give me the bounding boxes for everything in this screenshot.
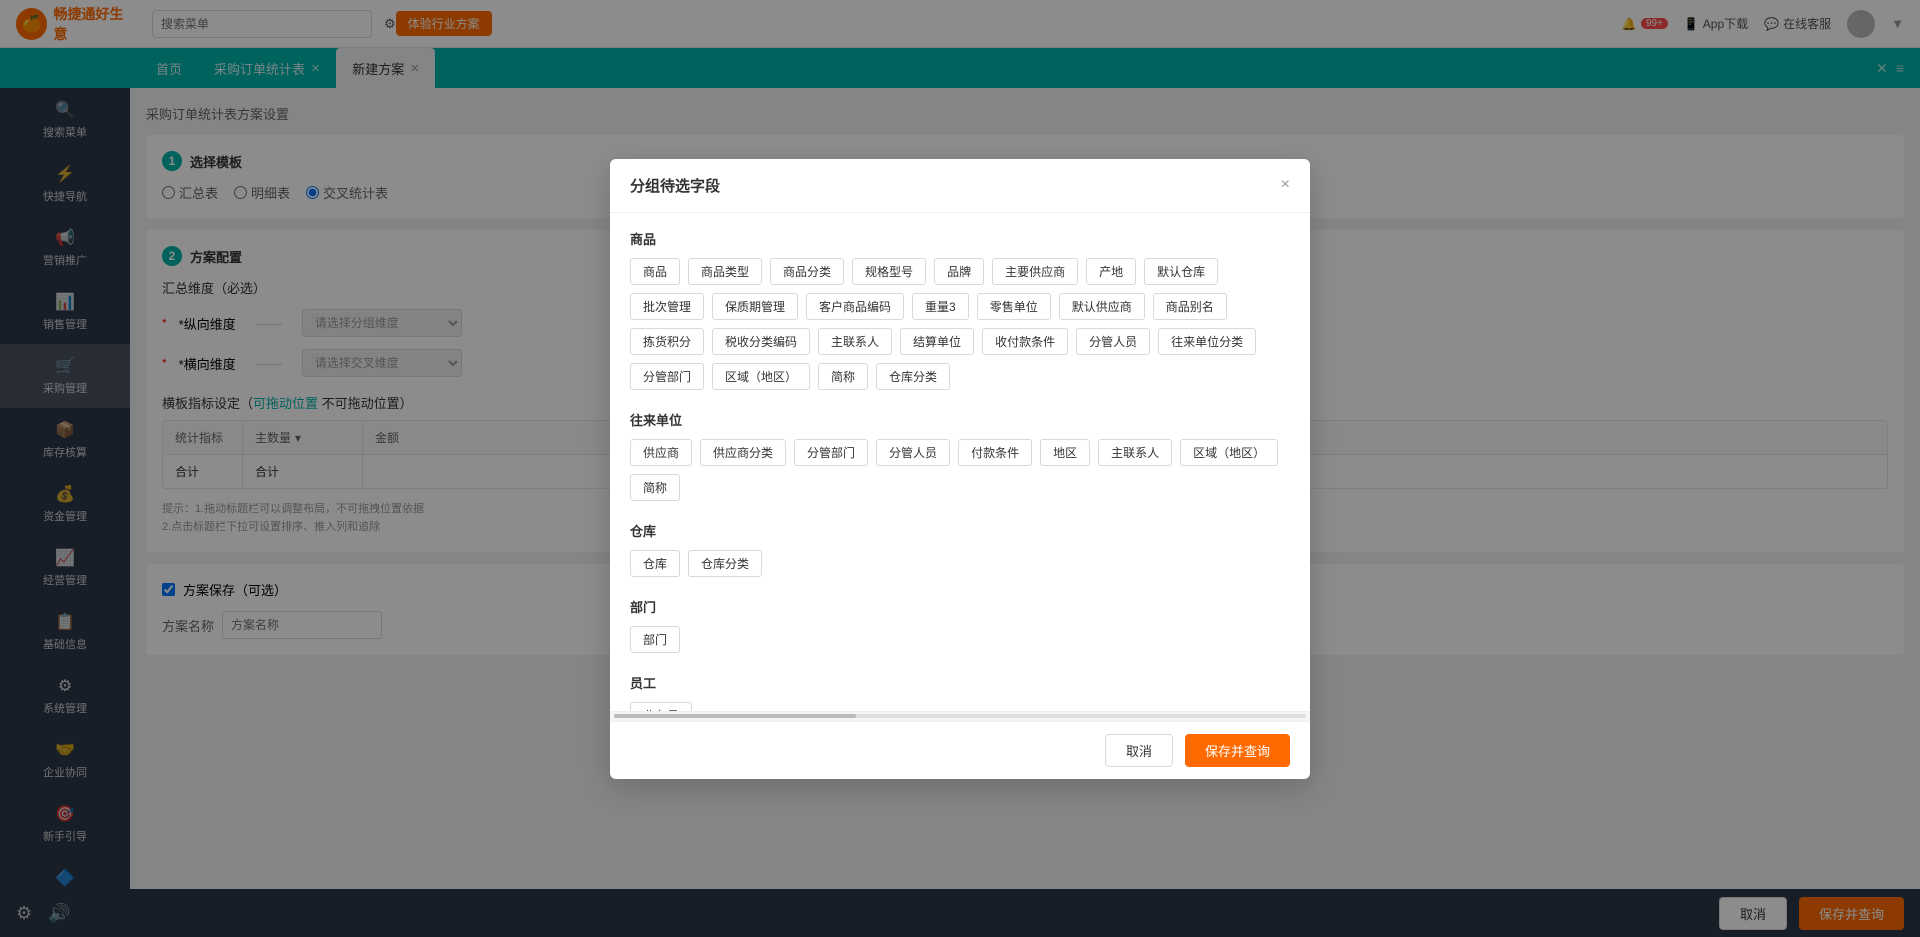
tag-department[interactable]: 部门 <box>630 626 680 653</box>
tag-payment-condition[interactable]: 付款条件 <box>958 439 1032 466</box>
section-product-title: 商品 <box>630 229 1290 248</box>
tag-origin[interactable]: 产地 <box>1086 258 1136 285</box>
tag-supplier[interactable]: 供应商 <box>630 439 692 466</box>
section-department-tags: 部门 <box>630 626 1290 653</box>
tag-warehouse-category[interactable]: 仓库分类 <box>876 363 950 390</box>
tag-product[interactable]: 商品 <box>630 258 680 285</box>
tag-product-alias[interactable]: 商品别名 <box>1153 293 1227 320</box>
tag-salesperson[interactable]: 业务员 <box>630 702 692 711</box>
tag-batch-mgmt[interactable]: 批次管理 <box>630 293 704 320</box>
section-department-title: 部门 <box>630 597 1290 616</box>
tag-supplier-category[interactable]: 供应商分类 <box>700 439 786 466</box>
section-employee-title: 员工 <box>630 673 1290 692</box>
modal-h-scrollbar[interactable] <box>610 711 1310 721</box>
tag-dept[interactable]: 分管部门 <box>630 363 704 390</box>
tag-product-type[interactable]: 商品类型 <box>688 258 762 285</box>
section-warehouse-title: 仓库 <box>630 521 1290 540</box>
modal-confirm-button[interactable]: 保存并查询 <box>1185 734 1290 767</box>
modal-title: 分组待选字段 <box>630 175 720 196</box>
tag-expiry-mgmt[interactable]: 保质期管理 <box>712 293 798 320</box>
modal-actions: 取消 保存并查询 <box>610 721 1310 779</box>
section-warehouse: 仓库 仓库 仓库分类 <box>630 521 1290 577</box>
tag-partner-category[interactable]: 往来单位分类 <box>1158 328 1256 355</box>
field-selection-modal: 分组待选字段 × 商品 商品 商品类型 商品分类 规格型号 品牌 主要供应商 产… <box>610 159 1310 779</box>
section-product-tags: 商品 商品类型 商品分类 规格型号 品牌 主要供应商 产地 默认仓库 批次管理 … <box>630 258 1290 390</box>
section-department: 部门 部门 <box>630 597 1290 653</box>
section-partner: 往来单位 供应商 供应商分类 分管部门 分管人员 付款条件 地区 主联系人 区域… <box>630 410 1290 501</box>
section-employee-tags: 业务员 <box>630 702 1290 711</box>
tag-product-category[interactable]: 商品分类 <box>770 258 844 285</box>
section-partner-tags: 供应商 供应商分类 分管部门 分管人员 付款条件 地区 主联系人 区域（地区） … <box>630 439 1290 501</box>
tag-region-product[interactable]: 区域（地区） <box>712 363 810 390</box>
tag-retail-unit[interactable]: 零售单位 <box>977 293 1051 320</box>
section-employee: 员工 业务员 <box>630 673 1290 711</box>
tag-main-contact-partner[interactable]: 主联系人 <box>1098 439 1172 466</box>
tag-default-supplier[interactable]: 默认供应商 <box>1059 293 1145 320</box>
modal-close-button[interactable]: × <box>1281 176 1290 194</box>
modal-header: 分组待选字段 × <box>610 159 1310 213</box>
tag-default-warehouse[interactable]: 默认仓库 <box>1144 258 1218 285</box>
tag-pick-points[interactable]: 拣货积分 <box>630 328 704 355</box>
section-product: 商品 商品 商品类型 商品分类 规格型号 品牌 主要供应商 产地 默认仓库 批次… <box>630 229 1290 390</box>
tag-brand[interactable]: 品牌 <box>934 258 984 285</box>
tag-area[interactable]: 地区 <box>1040 439 1090 466</box>
tag-settlement-unit[interactable]: 结算单位 <box>900 328 974 355</box>
tag-short-name-partner[interactable]: 简称 <box>630 474 680 501</box>
tag-main-supplier[interactable]: 主要供应商 <box>992 258 1078 285</box>
tag-region-partner[interactable]: 区域（地区） <box>1180 439 1278 466</box>
modal-cancel-button[interactable]: 取消 <box>1105 734 1173 767</box>
h-scroll-track <box>614 714 1306 718</box>
tag-payment-terms[interactable]: 收付款条件 <box>982 328 1068 355</box>
tag-main-contact[interactable]: 主联系人 <box>818 328 892 355</box>
tag-spec-model[interactable]: 规格型号 <box>852 258 926 285</box>
tag-customer-code[interactable]: 客户商品编码 <box>806 293 904 320</box>
modal-body: 商品 商品 商品类型 商品分类 规格型号 品牌 主要供应商 产地 默认仓库 批次… <box>610 213 1310 711</box>
h-scroll-thumb <box>614 714 856 718</box>
tag-warehouse[interactable]: 仓库 <box>630 550 680 577</box>
section-warehouse-tags: 仓库 仓库分类 <box>630 550 1290 577</box>
modal-overlay: 分组待选字段 × 商品 商品 商品类型 商品分类 规格型号 品牌 主要供应商 产… <box>0 0 1920 937</box>
tag-tax-code[interactable]: 税收分类编码 <box>712 328 810 355</box>
tag-short-name-product[interactable]: 简称 <box>818 363 868 390</box>
section-partner-title: 往来单位 <box>630 410 1290 429</box>
tag-weight[interactable]: 重量3 <box>912 293 969 320</box>
tag-mgmt-person[interactable]: 分管人员 <box>876 439 950 466</box>
tag-mgmt-dept[interactable]: 分管部门 <box>794 439 868 466</box>
tag-manager[interactable]: 分管人员 <box>1076 328 1150 355</box>
tag-wh-category[interactable]: 仓库分类 <box>688 550 762 577</box>
